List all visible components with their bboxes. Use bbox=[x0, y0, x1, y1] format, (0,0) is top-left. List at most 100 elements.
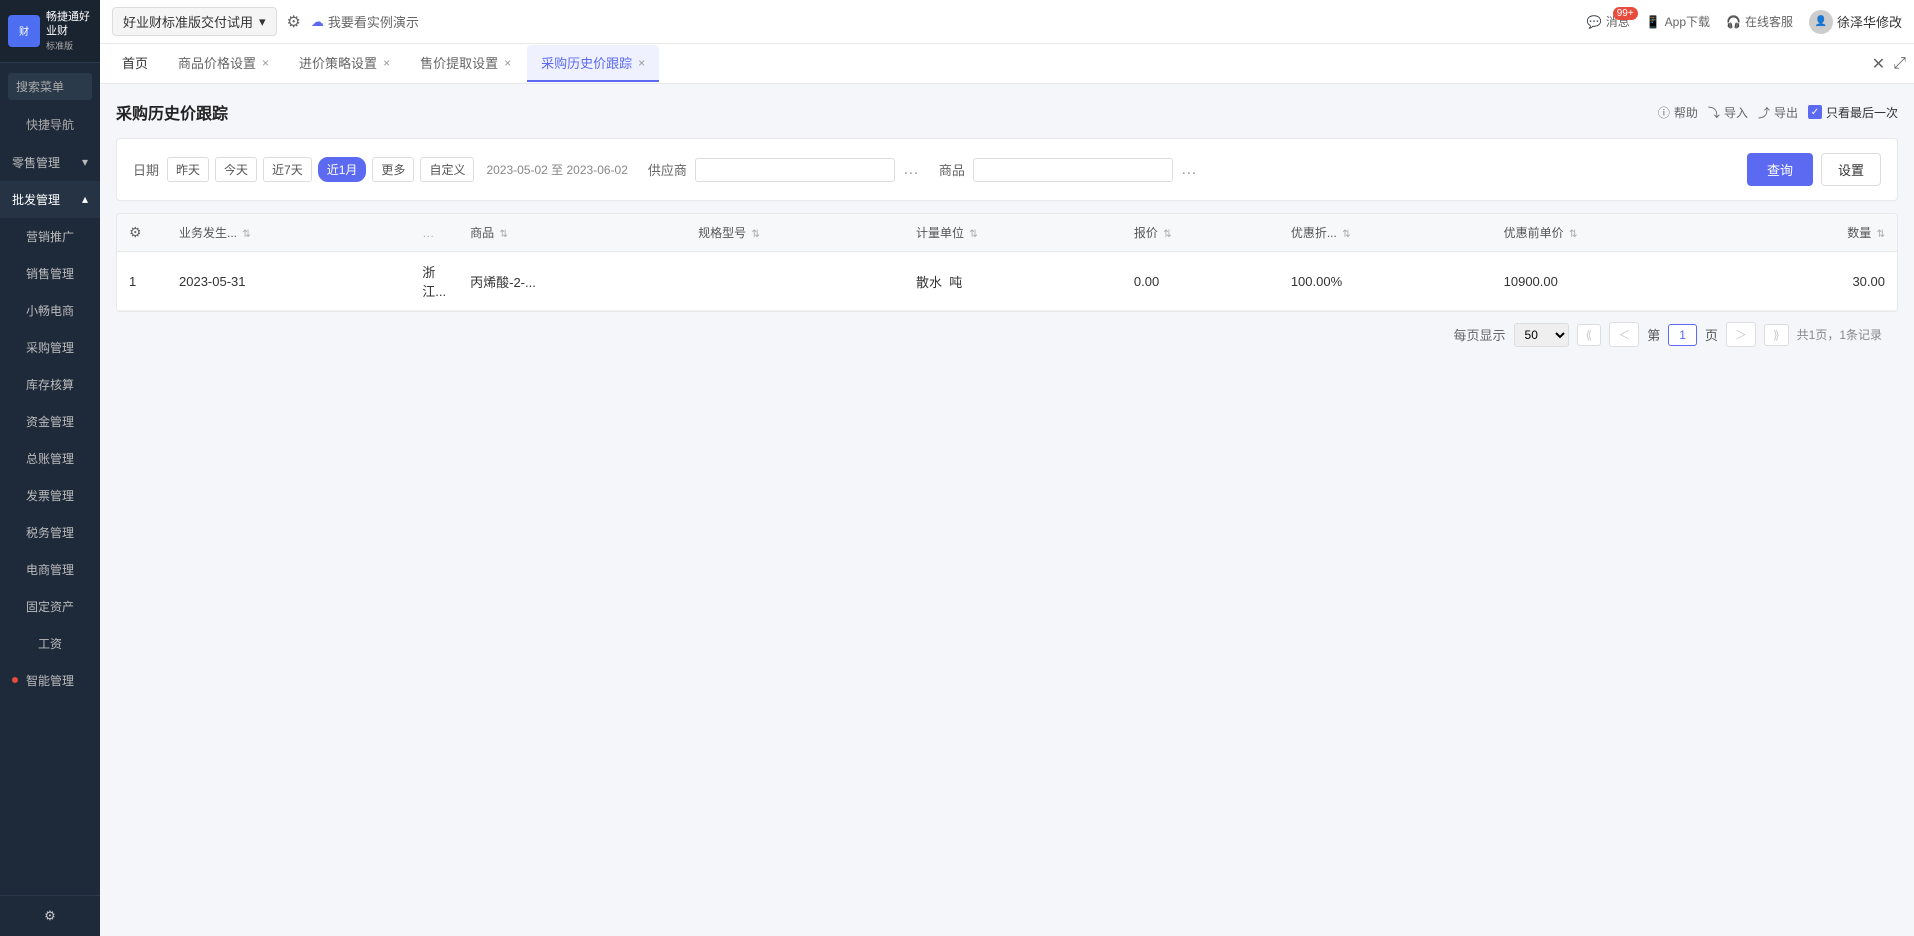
data-table-container: ⚙ 业务发生... ⇅ … 商品 ⇅ bbox=[116, 213, 1898, 312]
sidebar-settings[interactable]: ⚙ bbox=[0, 895, 100, 936]
sort-icon: ⇅ bbox=[752, 229, 760, 240]
sidebar-logo: 财 畅捷通好业财 标准版 bbox=[0, 0, 100, 63]
only-last-checkbox-label[interactable]: 只看最后一次 bbox=[1808, 104, 1898, 121]
query-button[interactable]: 查询 bbox=[1747, 153, 1813, 186]
th-gear[interactable]: ⚙ bbox=[117, 214, 167, 252]
supplier-filter: 供应商 … bbox=[648, 158, 919, 182]
th-unit[interactable]: 计量单位 ⇅ bbox=[904, 214, 1122, 252]
sidebar-item-ecommerce-small[interactable]: 小畅电商 bbox=[0, 292, 100, 329]
cloud-icon: ☁ bbox=[311, 14, 324, 30]
help-btn[interactable]: ⓘ 帮助 bbox=[1658, 104, 1698, 121]
sidebar-item-ecommerce[interactable]: 电商管理 bbox=[0, 551, 100, 588]
sidebar-item-inventory[interactable]: 库存核算 bbox=[0, 366, 100, 403]
demo-label: 我要看实例演示 bbox=[328, 12, 419, 31]
checkbox-icon bbox=[1808, 105, 1822, 119]
product-label: 商品 bbox=[939, 160, 965, 179]
date-custom-btn[interactable]: 自定义 bbox=[420, 157, 474, 182]
tab-close-icon[interactable]: × bbox=[638, 57, 645, 69]
sidebar-item-label: 批发管理 bbox=[12, 191, 60, 208]
tab-close-icon[interactable]: × bbox=[262, 57, 269, 69]
topbar-settings-icon[interactable]: ⚙ bbox=[287, 12, 301, 32]
date-options: 昨天 今天 近7天 近1月 更多 自定义 bbox=[167, 157, 474, 182]
th-original-price-label: 优惠前单价 bbox=[1504, 226, 1564, 240]
th-extra[interactable]: … bbox=[410, 214, 458, 252]
sidebar-item-retail[interactable]: 零售管理 ▾ bbox=[0, 144, 100, 181]
sidebar-item-tax[interactable]: 税务管理 bbox=[0, 514, 100, 551]
version-selector[interactable]: 好业财标准版交付试用 ▾ bbox=[112, 7, 277, 36]
tab-label: 售价提取设置 bbox=[420, 53, 498, 72]
sidebar-item-finance[interactable]: 资金管理 bbox=[0, 403, 100, 440]
search-menu-button[interactable]: 搜索菜单 bbox=[8, 73, 92, 100]
date-more-btn[interactable]: 更多 bbox=[372, 157, 414, 182]
sidebar-item-ledger[interactable]: 总账管理 bbox=[0, 440, 100, 477]
th-date[interactable]: 业务发生... ⇅ bbox=[167, 214, 410, 252]
tab-purchase-history[interactable]: 采购历史价跟踪 × bbox=[527, 45, 659, 82]
supplier-dots-btn[interactable]: … bbox=[903, 161, 919, 179]
tab-purchase-strategy[interactable]: 进价策略设置 × bbox=[285, 45, 404, 82]
page-header: 采购历史价跟踪 ⓘ 帮助 ⤵ 导入 ⤴ 导出 只看最后一次 bbox=[116, 100, 1898, 124]
date-yesterday-btn[interactable]: 昨天 bbox=[167, 157, 209, 182]
sidebar-item-invoice[interactable]: 发票管理 bbox=[0, 477, 100, 514]
tab-price-extract[interactable]: 售价提取设置 × bbox=[406, 45, 525, 82]
th-date-label: 业务发生... bbox=[179, 226, 237, 240]
import-btn[interactable]: ⤵ 导入 bbox=[1708, 104, 1748, 121]
sidebar-item-wholesale[interactable]: 批发管理 ▴ bbox=[0, 181, 100, 218]
tab-product-price[interactable]: 商品价格设置 × bbox=[164, 45, 283, 82]
table-header-row: ⚙ 业务发生... ⇅ … 商品 ⇅ bbox=[117, 214, 1897, 252]
expand-window-icon[interactable]: ⤢ bbox=[1893, 55, 1906, 73]
cell-product: 丙烯酸-2-... bbox=[458, 252, 686, 311]
per-page-select[interactable]: 10 20 50 100 bbox=[1514, 323, 1569, 347]
filter-settings-button[interactable]: 设置 bbox=[1821, 153, 1881, 186]
demo-link[interactable]: ☁ 我要看实例演示 bbox=[311, 12, 419, 31]
help-label: 帮助 bbox=[1674, 104, 1698, 121]
topbar-right: 💬 消息 99+ 📱 App下载 🎧 在线客服 👤 徐泽华修改 bbox=[1587, 10, 1902, 34]
product-dots-btn[interactable]: … bbox=[1181, 161, 1197, 179]
sidebar: 财 畅捷通好业财 标准版 搜索菜单 快捷导航 零售管理 ▾ 批发管理 ▴ 营销推… bbox=[0, 0, 100, 936]
sidebar-item-marketing[interactable]: 营销推广 bbox=[0, 218, 100, 255]
date-1month-btn[interactable]: 近1月 bbox=[318, 157, 367, 182]
first-page-btn[interactable]: ⟪ bbox=[1577, 324, 1602, 346]
date-today-btn[interactable]: 今天 bbox=[215, 157, 257, 182]
dots-icon: … bbox=[422, 226, 434, 240]
user-name: 徐泽华修改 bbox=[1837, 12, 1902, 31]
sidebar-item-purchase[interactable]: 采购管理 bbox=[0, 329, 100, 366]
sidebar-item-sales[interactable]: 销售管理 bbox=[0, 255, 100, 292]
prev-page-btn[interactable]: ＜ bbox=[1609, 322, 1639, 347]
home-label: 首页 bbox=[122, 53, 148, 72]
cell-original-price: 10900.00 bbox=[1492, 252, 1740, 311]
date-filter-label: 日期 bbox=[133, 160, 159, 179]
date-7days-btn[interactable]: 近7天 bbox=[263, 157, 312, 182]
messages-btn[interactable]: 💬 消息 99+ bbox=[1587, 13, 1630, 30]
th-discount[interactable]: 优惠折... ⇅ bbox=[1279, 214, 1492, 252]
export-icon: ⤴ bbox=[1758, 104, 1770, 121]
sidebar-item-salary[interactable]: 工资 bbox=[0, 625, 100, 662]
th-spec[interactable]: 规格型号 ⇅ bbox=[686, 214, 904, 252]
close-window-icon[interactable]: ✕ bbox=[1872, 54, 1885, 74]
page-suffix: 页 bbox=[1705, 325, 1718, 344]
chevron-down-icon: ▾ bbox=[82, 155, 88, 169]
message-icon: 💬 bbox=[1587, 15, 1602, 29]
tab-close-icon[interactable]: × bbox=[504, 57, 511, 69]
online-service-btn[interactable]: 🎧 在线客服 bbox=[1726, 13, 1793, 30]
sidebar-item-smart[interactable]: 智能管理 bbox=[0, 662, 100, 699]
cell-spec bbox=[686, 252, 904, 311]
tab-home[interactable]: 首页 bbox=[108, 45, 162, 82]
last-page-btn[interactable]: ⟫ bbox=[1764, 324, 1789, 346]
product-input[interactable] bbox=[973, 158, 1173, 182]
tab-close-icon[interactable]: × bbox=[383, 57, 390, 69]
next-page-btn[interactable]: ＞ bbox=[1726, 322, 1756, 347]
dot-indicator bbox=[12, 677, 18, 683]
sidebar-item-fixed-assets[interactable]: 固定资产 bbox=[0, 588, 100, 625]
th-quantity[interactable]: 数量 ⇅ bbox=[1740, 214, 1897, 252]
app-download-btn[interactable]: 📱 App下载 bbox=[1646, 13, 1710, 30]
tab-label: 进价策略设置 bbox=[299, 53, 377, 72]
app-edition: 标准版 bbox=[46, 39, 92, 52]
th-product[interactable]: 商品 ⇅ bbox=[458, 214, 686, 252]
th-original-price[interactable]: 优惠前单价 ⇅ bbox=[1492, 214, 1740, 252]
th-price[interactable]: 报价 ⇅ bbox=[1122, 214, 1279, 252]
user-menu[interactable]: 👤 徐泽华修改 bbox=[1809, 10, 1902, 34]
supplier-input[interactable] bbox=[695, 158, 895, 182]
page-title: 采购历史价跟踪 bbox=[116, 100, 228, 124]
date-filter: 日期 昨天 今天 近7天 近1月 更多 自定义 2023-05-02 至 202… bbox=[133, 157, 628, 182]
export-btn[interactable]: ⤴ 导出 bbox=[1758, 104, 1798, 121]
